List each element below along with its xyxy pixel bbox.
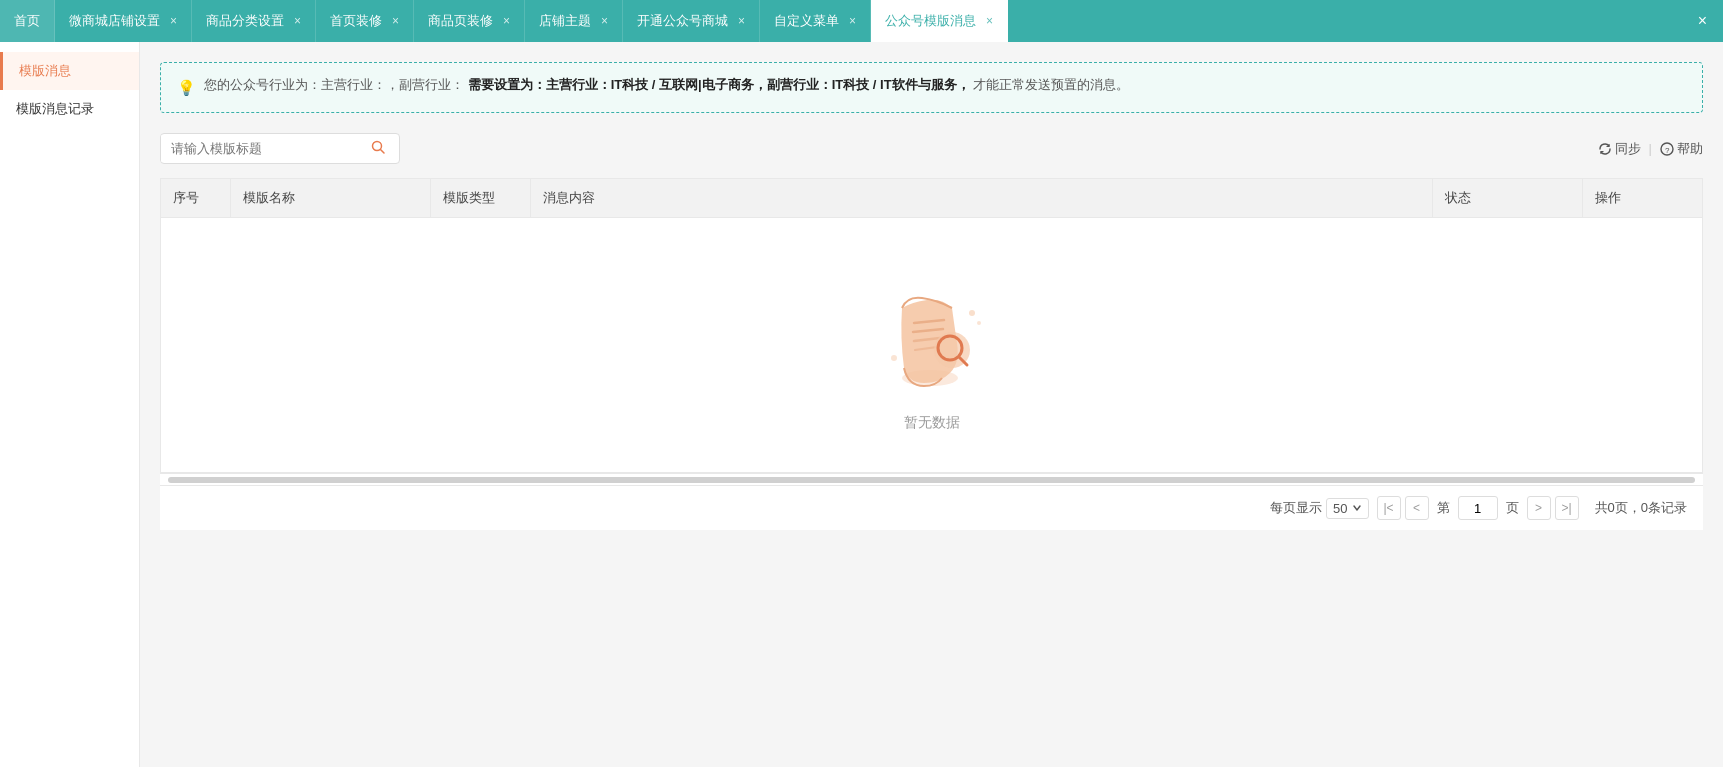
data-table: 序号 模版名称 模版类型 消息内容 状态 操作 <box>160 178 1703 473</box>
empty-state-row: 暂无数据 <box>161 218 1703 473</box>
nav-tab-category-settings-label: 商品分类设置 <box>206 12 284 30</box>
table-header-row: 序号 模版名称 模版类型 消息内容 状态 操作 <box>161 179 1703 218</box>
svg-point-13 <box>977 321 981 325</box>
per-page-label: 每页显示 <box>1270 499 1322 517</box>
nav-tab-open-mall-label: 开通公众号商城 <box>637 12 728 30</box>
toolbar-right: 同步 | ? 帮助 <box>1598 140 1703 158</box>
sync-icon <box>1598 142 1612 156</box>
nav-tab-store-theme-close[interactable]: × <box>601 14 608 28</box>
notice-icon: 💡 <box>177 76 196 100</box>
help-icon: ? <box>1660 142 1674 156</box>
nav-tab-custom-menu-label: 自定义菜单 <box>774 12 839 30</box>
nav-tab-open-mall-close[interactable]: × <box>738 14 745 28</box>
sync-label: 同步 <box>1615 140 1641 158</box>
next-page-button[interactable]: > <box>1527 496 1551 520</box>
scroll-bar-area[interactable] <box>160 473 1703 485</box>
nav-tab-custom-menu[interactable]: 自定义菜单 × <box>760 0 871 42</box>
nav-tab-product-decor[interactable]: 商品页装修 × <box>414 0 525 42</box>
col-header-seq: 序号 <box>161 179 231 218</box>
sidebar-item-template-msg[interactable]: 模版消息 <box>0 52 139 90</box>
sidebar-item-template-msg-label: 模版消息 <box>19 63 71 78</box>
top-nav: 首页 微商城店铺设置 × 商品分类设置 × 首页装修 × 商品页装修 × 店铺主… <box>0 0 1723 42</box>
nav-tab-home-decor[interactable]: 首页装修 × <box>316 0 414 42</box>
sidebar: 模版消息 模版消息记录 <box>0 42 140 767</box>
nav-tab-home-decor-close[interactable]: × <box>392 14 399 28</box>
first-page-button[interactable]: |< <box>1377 496 1401 520</box>
search-bar: 同步 | ? 帮助 <box>160 133 1703 164</box>
nav-tab-home-decor-label: 首页装修 <box>330 12 382 30</box>
nav-tab-shop-settings-label: 微商城店铺设置 <box>69 12 160 30</box>
search-input[interactable] <box>161 135 361 162</box>
nav-tab-home[interactable]: 首页 <box>0 0 55 42</box>
empty-state-svg <box>872 278 992 398</box>
notice-highlight: 需要设置为：主营行业：IT科技 / 互联网|电子商务，副营行业：IT科技 / I… <box>468 77 970 92</box>
empty-state: 暂无数据 <box>161 218 1702 472</box>
col-header-status: 状态 <box>1433 179 1583 218</box>
total-records-label: 共0页，0条记录 <box>1595 499 1687 517</box>
help-label: 帮助 <box>1677 140 1703 158</box>
prev-page-button[interactable]: < <box>1405 496 1429 520</box>
last-page-button[interactable]: >| <box>1555 496 1579 520</box>
svg-line-1 <box>381 150 385 154</box>
notice-banner: 💡 您的公众号行业为：主营行业：，副营行业： 需要设置为：主营行业：IT科技 /… <box>160 62 1703 113</box>
empty-text: 暂无数据 <box>904 414 960 432</box>
nav-tab-category-settings-close[interactable]: × <box>294 14 301 28</box>
sidebar-item-template-msg-records[interactable]: 模版消息记录 <box>0 90 139 128</box>
sync-button[interactable]: 同步 <box>1598 140 1641 158</box>
pagination-nav: |< < 第 页 > >| 共0页，0条记录 <box>1377 496 1687 520</box>
scroll-track[interactable] <box>168 477 1695 483</box>
notice-text: 您的公众号行业为：主营行业：，副营行业： 需要设置为：主营行业：IT科技 / 互… <box>204 75 1129 96</box>
nav-tab-shop-settings[interactable]: 微商城店铺设置 × <box>55 0 192 42</box>
svg-point-14 <box>891 355 897 361</box>
svg-text:?: ? <box>1665 145 1670 154</box>
search-input-wrap <box>160 133 400 164</box>
nav-tab-template-msg[interactable]: 公众号模版消息 × <box>871 0 1008 42</box>
sidebar-item-template-msg-records-label: 模版消息记录 <box>16 101 94 116</box>
page-size-dropdown[interactable]: 50 <box>1326 498 1368 519</box>
nav-tab-home-label: 首页 <box>14 12 40 30</box>
nav-close-all-button[interactable]: × <box>1682 12 1723 30</box>
nav-tab-category-settings[interactable]: 商品分类设置 × <box>192 0 316 42</box>
current-page-input[interactable] <box>1458 496 1498 520</box>
content-area: 💡 您的公众号行业为：主营行业：，副营行业： 需要设置为：主营行业：IT科技 /… <box>140 42 1723 767</box>
col-header-action: 操作 <box>1583 179 1703 218</box>
col-header-type: 模版类型 <box>431 179 531 218</box>
nav-tab-product-decor-close[interactable]: × <box>503 14 510 28</box>
nav-tab-template-msg-label: 公众号模版消息 <box>885 12 976 30</box>
nav-tab-shop-settings-close[interactable]: × <box>170 14 177 28</box>
svg-point-12 <box>969 310 975 316</box>
help-button[interactable]: ? 帮助 <box>1660 140 1703 158</box>
search-icon <box>371 140 385 154</box>
notice-prefix: 您的公众号行业为：主营行业：，副营行业： <box>204 77 464 92</box>
chevron-down-icon <box>1352 503 1362 513</box>
toolbar-divider: | <box>1649 141 1652 156</box>
main-layout: 模版消息 模版消息记录 💡 您的公众号行业为：主营行业：，副营行业： 需要设置为… <box>0 42 1723 767</box>
nav-tab-template-msg-close[interactable]: × <box>986 14 993 28</box>
nav-tab-store-theme[interactable]: 店铺主题 × <box>525 0 623 42</box>
search-button[interactable] <box>361 134 395 163</box>
nav-tab-store-theme-label: 店铺主题 <box>539 12 591 30</box>
nav-tab-open-mall[interactable]: 开通公众号商城 × <box>623 0 760 42</box>
notice-suffix: 才能正常发送预置的消息。 <box>973 77 1129 92</box>
page-size-select: 每页显示 50 <box>1270 498 1368 519</box>
empty-illustration <box>872 278 992 398</box>
page-prefix-label: 第 <box>1437 499 1450 517</box>
col-header-content: 消息内容 <box>531 179 1433 218</box>
col-header-name: 模版名称 <box>231 179 431 218</box>
page-size-value: 50 <box>1333 501 1347 516</box>
page-suffix-label: 页 <box>1506 499 1519 517</box>
nav-tab-custom-menu-close[interactable]: × <box>849 14 856 28</box>
pagination-bar: 每页显示 50 |< < 第 页 > >| 共0页，0条记录 <box>160 485 1703 530</box>
nav-tab-product-decor-label: 商品页装修 <box>428 12 493 30</box>
